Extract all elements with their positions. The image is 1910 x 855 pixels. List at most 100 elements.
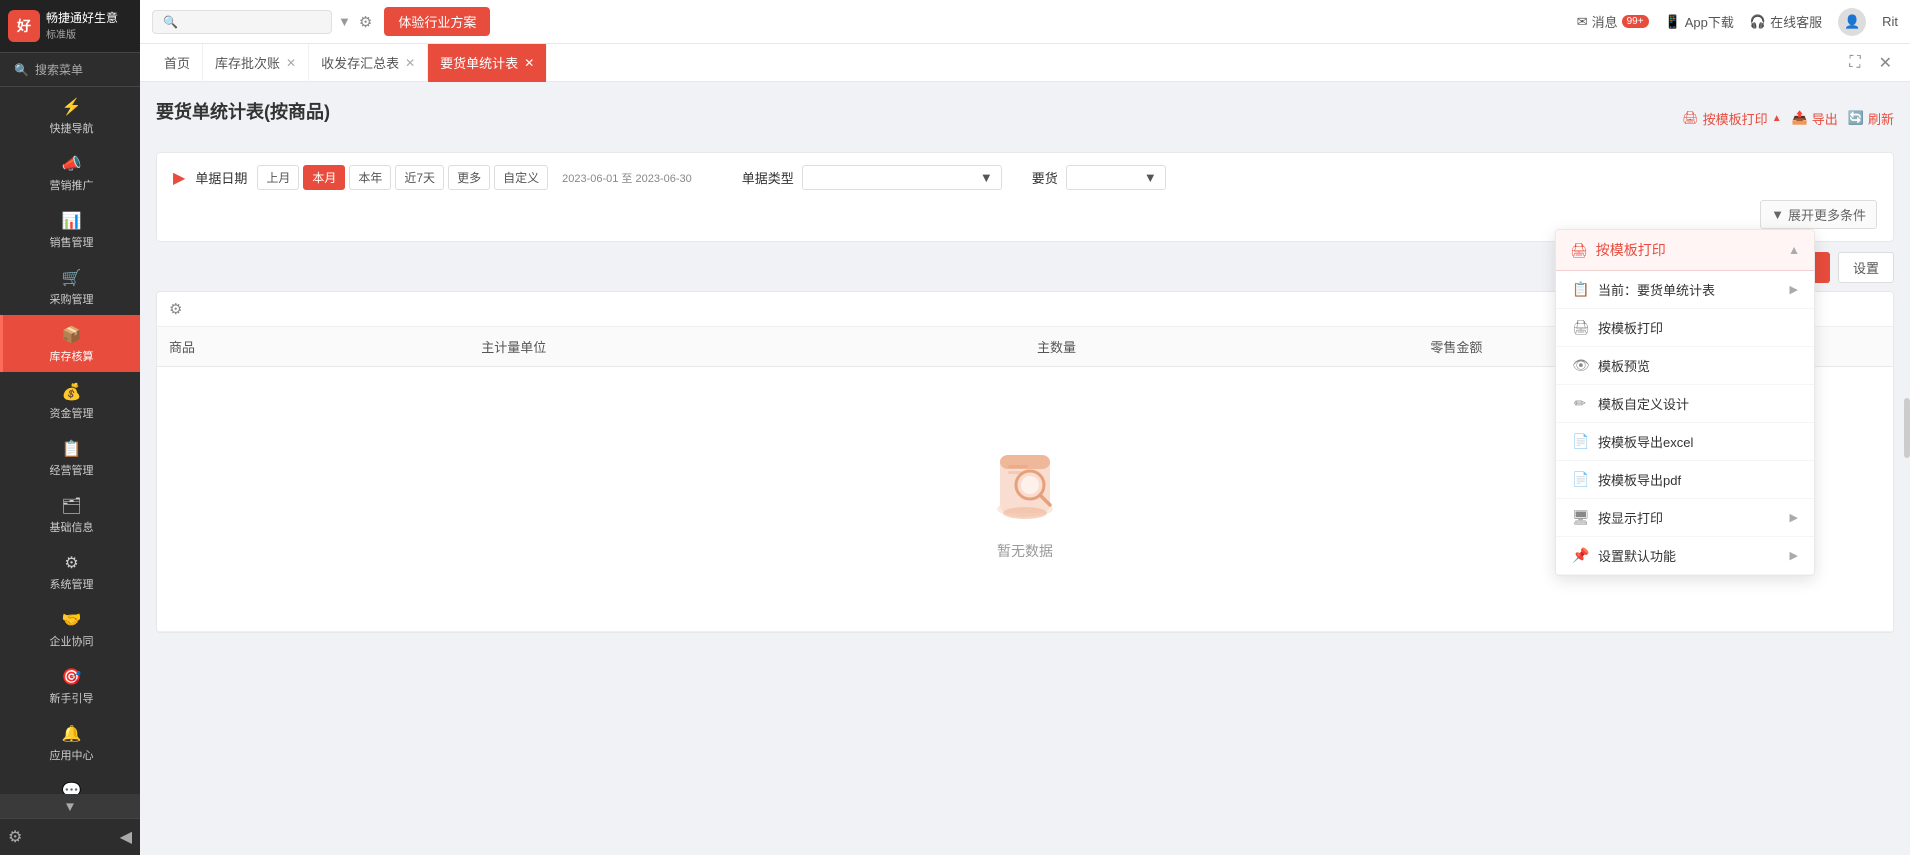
date-btn-last-month[interactable]: 上月: [257, 165, 299, 190]
export-label: 导出: [1812, 109, 1838, 128]
print-chevron-up-icon: ▲: [1772, 113, 1782, 124]
tab-order-stats[interactable]: 要货单统计表 ✕: [428, 44, 547, 82]
sidebar-collapse-icon[interactable]: ◀: [120, 827, 132, 847]
sidebar-item-system[interactable]: ⚙ 系统管理: [0, 543, 140, 600]
sidebar-item-label: 经营管理: [50, 462, 94, 478]
dropdown-header[interactable]: 🖨 按模板打印 ▲: [1556, 230, 1814, 271]
tab-home[interactable]: 首页: [152, 44, 203, 82]
sidebar-item-appstore[interactable]: 🔔 应用中心: [0, 714, 140, 771]
tabs-right-actions: ⛶ ✕: [1843, 51, 1898, 75]
sidebar-item-finance[interactable]: 💰 资金管理: [0, 372, 140, 429]
online-service-action[interactable]: 🎧 在线客服: [1750, 12, 1822, 31]
sidebar-bottom: ⚙ ◀: [0, 818, 140, 855]
sidebar-item-sales[interactable]: 📊 销售管理: [0, 201, 140, 258]
tab-home-label: 首页: [164, 53, 190, 72]
wechat-icon: 💬: [62, 781, 82, 794]
tab-order-stats-label: 要货单统计表: [440, 53, 518, 72]
dropdown-template-pdf[interactable]: 📄 按模板导出pdf: [1556, 461, 1814, 499]
enterprise-icon: 🤝: [62, 610, 82, 630]
topbar-gear-icon[interactable]: ⚙: [359, 13, 372, 31]
appstore-icon: 🔔: [62, 724, 82, 744]
sidebar-item-quick-nav[interactable]: ⚡ 快捷导航: [0, 87, 140, 144]
col-product: 商品: [157, 327, 469, 367]
tab-receipt-summary[interactable]: 收发存汇总表 ✕: [309, 44, 428, 82]
template-preview-label: 模板预览: [1598, 356, 1650, 375]
message-icon: ✉: [1577, 14, 1588, 30]
page-title: 要货单统计表(按商品): [156, 98, 330, 124]
template-pdf-icon: 📄: [1572, 471, 1588, 488]
date-btn-more[interactable]: 更多: [448, 165, 490, 190]
tab-inventory-batch[interactable]: 库存批次账 ✕: [203, 44, 309, 82]
refresh-btn[interactable]: 🔄 刷新: [1848, 109, 1894, 128]
trial-button[interactable]: 体验行业方案: [384, 7, 490, 36]
print-icon: 🖨: [1682, 110, 1699, 126]
tab-inventory-batch-close[interactable]: ✕: [286, 56, 296, 70]
sidebar-item-label: 新手引导: [50, 690, 94, 706]
sidebar-item-basic[interactable]: 🗂 基础信息: [0, 486, 140, 543]
sidebar-item-purchase[interactable]: 🛒 采购管理: [0, 258, 140, 315]
sidebar-scroll-down[interactable]: ▼: [0, 794, 140, 818]
dropdown-template-excel[interactable]: 📄 按模板导出excel: [1556, 423, 1814, 461]
display-print-label: 按显示打印: [1598, 508, 1663, 527]
dropdown-template-preview[interactable]: 👁 模板预览: [1556, 347, 1814, 385]
topbar-dropdown-arrow[interactable]: ▼: [338, 14, 351, 29]
sidebar-item-enterprise[interactable]: 🤝 企业协同: [0, 600, 140, 657]
message-action[interactable]: ✉ 消息 99+: [1577, 12, 1649, 31]
sidebar-item-marketing[interactable]: 📣 营销推广: [0, 144, 140, 201]
template-pdf-label: 按模板导出pdf: [1598, 470, 1681, 489]
topbar-search-box[interactable]: 🔍: [152, 10, 332, 34]
sidebar-item-operation[interactable]: 📋 经营管理: [0, 429, 140, 486]
dropdown-display-print[interactable]: 🖥 按显示打印 ▶: [1556, 499, 1814, 537]
sidebar-item-label: 快捷导航: [50, 120, 94, 136]
sidebar-item-inventory[interactable]: 📦 库存核算: [0, 315, 140, 372]
tab-receipt-summary-label: 收发存汇总表: [321, 53, 399, 72]
guide-icon: 🎯: [62, 667, 82, 687]
user-avatar[interactable]: 👤: [1838, 8, 1866, 36]
inventory-icon: 📦: [62, 325, 82, 345]
dropdown-current-template[interactable]: 📋 当前：要货单统计表 ▶: [1556, 271, 1814, 309]
sidebar-item-guide[interactable]: 🎯 新手引导: [0, 657, 140, 714]
sidebar-item-wechat[interactable]: 💬 企业微信: [0, 771, 140, 794]
expand-more-btn[interactable]: ▼ 展开更多条件: [1760, 200, 1877, 229]
topbar-search-input[interactable]: [178, 15, 298, 29]
export-btn[interactable]: 📤 导出: [1792, 109, 1838, 128]
dropdown-template-custom[interactable]: ✏ 模板自定义设计: [1556, 385, 1814, 423]
empty-icon: [980, 437, 1070, 527]
date-btn-7days[interactable]: 近7天: [395, 165, 444, 190]
print-template-btn[interactable]: 🖨 按模板打印 ▲: [1682, 109, 1781, 128]
main-area: 🔍 ▼ ⚙ 体验行业方案 ✉ 消息 99+ 📱 App下载 🎧 在线客服 👤 R…: [140, 0, 1910, 855]
tab-order-stats-close[interactable]: ✕: [524, 56, 534, 70]
template-excel-icon: 📄: [1572, 433, 1588, 450]
marketing-icon: 📣: [62, 154, 82, 174]
online-service-label: 在线客服: [1770, 12, 1822, 31]
scroll-indicator: [1904, 398, 1910, 458]
tab-receipt-summary-close[interactable]: ✕: [405, 56, 415, 70]
export-icon: 📤: [1792, 110, 1808, 126]
settings-icon[interactable]: ⚙: [8, 827, 22, 847]
app-download-action[interactable]: 📱 App下载: [1665, 12, 1734, 31]
search-menu[interactable]: 🔍 搜索菜单: [0, 53, 140, 87]
tabs-close-btn[interactable]: ✕: [1873, 51, 1898, 75]
print-template-label: 按模板打印: [1703, 109, 1768, 128]
app-name: 畅捷通好生意: [46, 11, 118, 27]
table-settings-icon[interactable]: ⚙: [169, 300, 182, 318]
dropdown-template-print[interactable]: 🖨 按模板打印: [1556, 309, 1814, 347]
filter-expand-arrow[interactable]: ▶: [173, 168, 185, 188]
dropdown-header-left: 🖨 按模板打印: [1570, 240, 1666, 260]
purchase-icon: 🛒: [62, 268, 82, 288]
default-func-arrow: ▶: [1790, 549, 1798, 562]
topbar-actions: ✉ 消息 99+ 📱 App下载 🎧 在线客服 👤 Rit: [1577, 8, 1898, 36]
order-category-select[interactable]: ▼: [1066, 165, 1166, 190]
date-btn-this-month[interactable]: 本月: [303, 165, 345, 190]
sidebar-item-label: 基础信息: [50, 519, 94, 535]
order-type-select[interactable]: ▼: [802, 165, 1002, 190]
date-btn-this-year[interactable]: 本年: [349, 165, 391, 190]
settings-button[interactable]: 设置: [1838, 252, 1894, 283]
col-unit: 主计量单位: [469, 327, 1025, 367]
date-btn-custom[interactable]: 自定义: [494, 165, 548, 190]
dropdown-default-func[interactable]: 📌 设置默认功能 ▶: [1556, 537, 1814, 575]
sidebar-item-label: 应用中心: [50, 747, 94, 763]
sidebar: 好 畅捷通好生意 标准版 🔍 搜索菜单 ⚡ 快捷导航 📣 营销推广 📊 销售管理…: [0, 0, 140, 855]
default-func-row: 设置默认功能 ▶: [1598, 546, 1798, 565]
tabs-maximize-btn[interactable]: ⛶: [1843, 52, 1866, 74]
